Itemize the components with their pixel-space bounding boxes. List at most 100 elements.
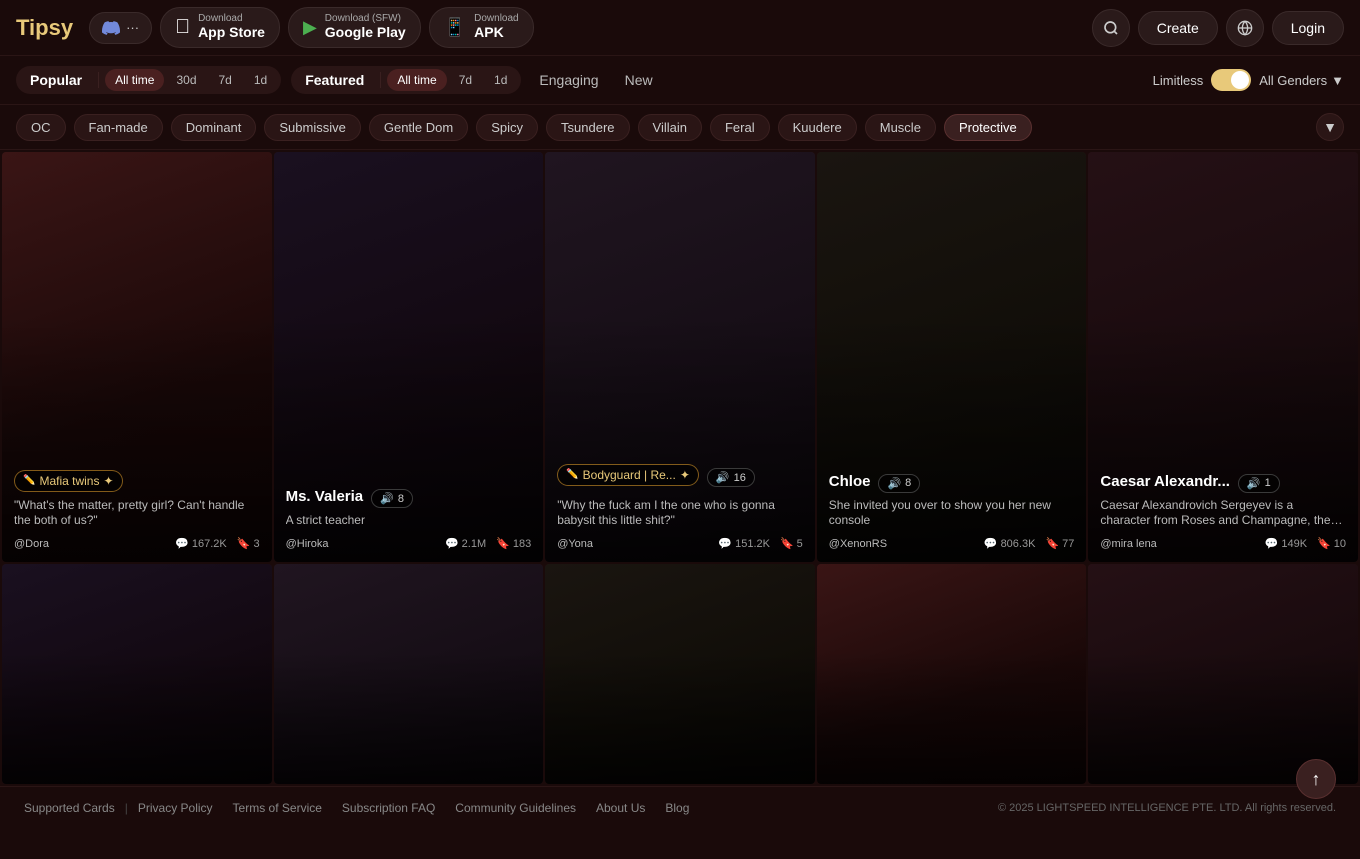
tag-gentledom[interactable]: Gentle Dom (369, 114, 468, 141)
card-desc: She invited you over to show you her new… (829, 498, 1075, 529)
toggle-group: Limitless All Genders ▼ (1153, 69, 1344, 91)
card-footer: @Dora 💬 167.2K 🔖 3 (14, 537, 260, 550)
message-icon: 💬 (175, 537, 189, 550)
bookmarks-count: 5 (797, 538, 803, 550)
card-name: Caesar Alexandr... (1100, 473, 1230, 490)
card-overlay (2, 564, 272, 784)
messages-count: 151.2K (735, 538, 770, 550)
tag-submissive[interactable]: Submissive (264, 114, 360, 141)
message-icon: 💬 (984, 537, 998, 550)
limitless-toggle[interactable] (1211, 69, 1251, 91)
featured-7d-chip[interactable]: 7d (449, 69, 482, 91)
popular-7d-chip[interactable]: 7d (209, 69, 242, 91)
tag-tsundere[interactable]: Tsundere (546, 114, 629, 141)
popular-alltime-chip[interactable]: All time (105, 69, 164, 91)
footer-link-supported-cards[interactable]: Supported Cards (24, 801, 125, 815)
messages-count: 2.1M (462, 538, 486, 550)
card-row2-4[interactable] (817, 564, 1087, 784)
bookmarks-count: 183 (513, 538, 531, 550)
scroll-to-top-button[interactable]: ↑ (1296, 759, 1336, 799)
apk-small-label: Download (474, 14, 518, 24)
voice-icon: 🔊 (380, 492, 394, 505)
card-author: @Hiroka (286, 538, 329, 550)
tag-spicy[interactable]: Spicy (476, 114, 538, 141)
bookmarks-count: 3 (253, 538, 259, 550)
footer-link-subscription[interactable]: Subscription FAQ (332, 801, 445, 815)
card-stats: 💬 151.2K 🔖 5 (718, 537, 802, 550)
star-icon: ✦ (103, 474, 113, 488)
card-row2-3[interactable] (545, 564, 815, 784)
voice-badge: 🔊 8 (371, 489, 413, 508)
featured-1d-chip[interactable]: 1d (484, 69, 517, 91)
discord-button[interactable]: ··· (89, 12, 152, 44)
bookmark-icon: 🔖 (1045, 537, 1059, 550)
globe-icon (1237, 20, 1253, 36)
edit-icon: ✏️ (23, 475, 35, 486)
tag-oc[interactable]: OC (16, 114, 66, 141)
messages-count: 149K (1281, 538, 1307, 550)
tag-villain[interactable]: Villain (638, 114, 702, 141)
card-mafia-twins[interactable]: ✏️ Mafia twins ✦ "What's the matter, pre… (2, 152, 272, 562)
separator (98, 72, 99, 88)
discord-label: ··· (126, 20, 139, 35)
tag-protective[interactable]: Protective (944, 114, 1032, 141)
voice-badge: 🔊 8 (878, 474, 920, 493)
download-appstore-button[interactable]:  Download App Store (160, 7, 280, 48)
appstore-large-label: App Store (198, 24, 265, 41)
voice-icon: 🔊 (716, 471, 730, 484)
new-button[interactable]: New (617, 68, 661, 92)
footer-link-terms[interactable]: Terms of Service (223, 801, 332, 815)
bookmarks-stat: 🔖 5 (780, 537, 803, 550)
globe-button[interactable] (1226, 9, 1264, 47)
card-ms-valeria[interactable]: Ms. Valeria 🔊 8 A strict teacher @Hiroka… (274, 152, 544, 562)
card-row2-2[interactable] (274, 564, 544, 784)
logo[interactable]: Tipsy (16, 15, 73, 41)
tag-kuudere[interactable]: Kuudere (778, 114, 857, 141)
badge-label: Mafia twins (39, 474, 99, 488)
download-googleplay-button[interactable]: ▶ Download (SFW) Google Play (288, 7, 421, 48)
card-footer: @XenonRS 💬 806.3K 🔖 77 (829, 537, 1075, 550)
card-badge: ✏️ Mafia twins ✦ (14, 470, 123, 492)
card-footer: @mira lena 💬 149K 🔖 10 (1100, 537, 1346, 550)
download-apk-button[interactable]: 📱 Download APK (429, 7, 534, 48)
apk-large-label: APK (474, 24, 518, 41)
card-overlay (545, 564, 815, 784)
bookmarks-count: 77 (1062, 538, 1074, 550)
footer-link-about[interactable]: About Us (586, 801, 655, 815)
messages-stat: 💬 806.3K (984, 537, 1036, 550)
card-caesar[interactable]: Caesar Alexandr... 🔊 1 Caesar Alexandrov… (1088, 152, 1358, 562)
card-row2-5[interactable] (1088, 564, 1358, 784)
bookmarks-stat: 🔖 10 (1317, 537, 1346, 550)
footer-links: Supported Cards | Privacy Policy Terms o… (24, 801, 699, 815)
card-badge: ✏️ Bodyguard | Re... ✦ (557, 464, 699, 486)
tag-feral[interactable]: Feral (710, 114, 770, 141)
card-footer: @Yona 💬 151.2K 🔖 5 (557, 537, 803, 550)
badge-label: Bodyguard | Re... (583, 468, 676, 482)
footer-link-privacy[interactable]: Privacy Policy (128, 801, 223, 815)
appstore-small-label: Download (198, 14, 265, 24)
popular-1d-chip[interactable]: 1d (244, 69, 277, 91)
bookmark-icon: 🔖 (237, 537, 251, 550)
popular-filter-group: Popular All time 30d 7d 1d (16, 66, 281, 94)
tag-fanmade[interactable]: Fan-made (74, 114, 163, 141)
card-bodyguard[interactable]: ✏️ Bodyguard | Re... ✦ 🔊 16 "Why the fuc… (545, 152, 815, 562)
tag-expand-button[interactable]: ▼ (1316, 113, 1344, 141)
messages-stat: 💬 167.2K (175, 537, 227, 550)
engaging-button[interactable]: Engaging (531, 68, 606, 92)
footer-link-blog[interactable]: Blog (655, 801, 699, 815)
genders-select[interactable]: All Genders ▼ (1259, 73, 1344, 88)
search-button[interactable] (1092, 9, 1130, 47)
footer: Supported Cards | Privacy Policy Terms o… (0, 786, 1360, 829)
create-button[interactable]: Create (1138, 11, 1218, 45)
tag-muscle[interactable]: Muscle (865, 114, 936, 141)
popular-30d-chip[interactable]: 30d (166, 69, 206, 91)
apk-icon: 📱 (444, 17, 466, 38)
card-stats: 💬 2.1M 🔖 183 (445, 537, 531, 550)
card-row2-1[interactable] (2, 564, 272, 784)
card-content: ✏️ Bodyguard | Re... ✦ 🔊 16 "Why the fuc… (545, 452, 815, 562)
footer-link-community-guidelines[interactable]: Community Guidelines (445, 801, 586, 815)
login-button[interactable]: Login (1272, 11, 1344, 45)
featured-alltime-chip[interactable]: All time (387, 69, 446, 91)
card-chloe[interactable]: Chloe 🔊 8 She invited you over to show y… (817, 152, 1087, 562)
tag-dominant[interactable]: Dominant (171, 114, 257, 141)
